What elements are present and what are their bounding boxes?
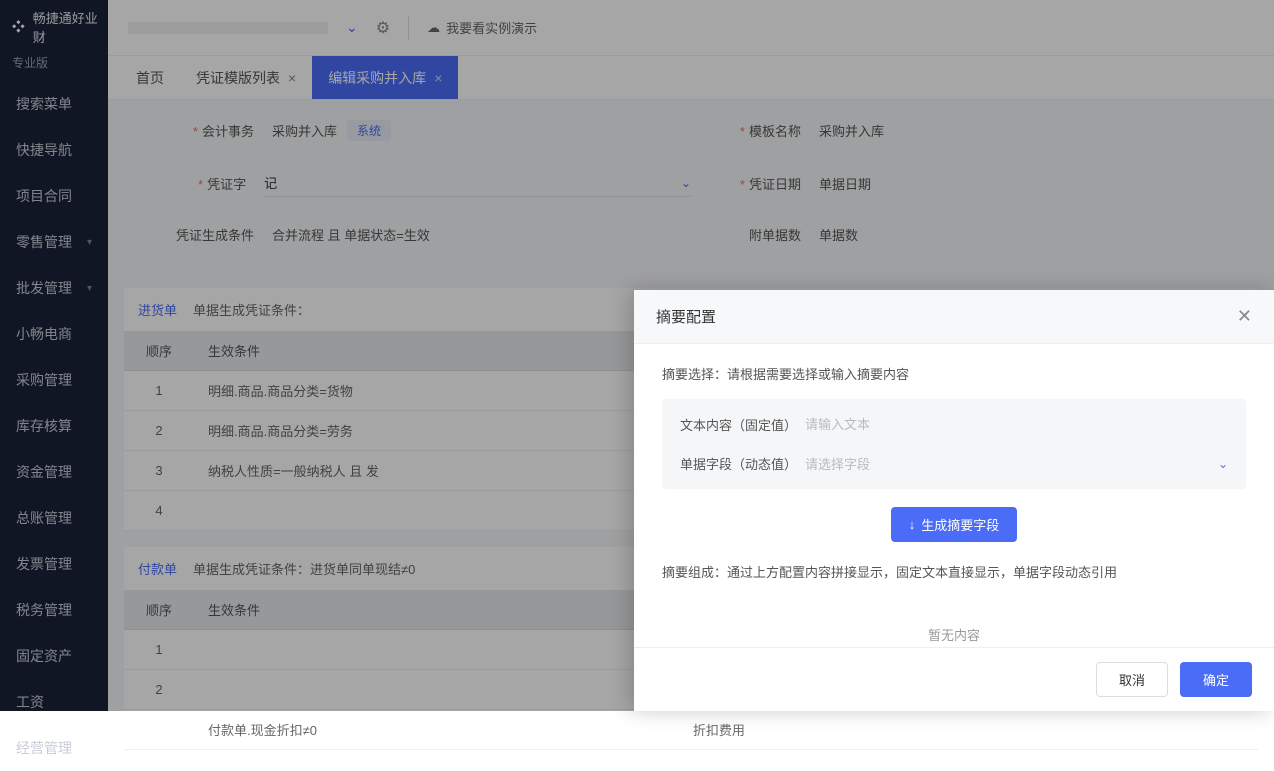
table-row: 付款单.现金折扣≠0折扣费用 (124, 710, 1258, 750)
generate-summary-button[interactable]: ↓ 生成摘要字段 (891, 507, 1018, 542)
modal-hint: 摘要选择：请根据需要选择或输入摘要内容 (662, 364, 1246, 383)
ok-button[interactable]: 确定 (1180, 662, 1252, 697)
subject-cell (962, 710, 1258, 750)
cancel-button[interactable]: 取消 (1096, 662, 1168, 697)
modal-fields: 文本内容（固定值） 单据字段（动态值） 请选择字段 ⌄ (662, 399, 1246, 489)
chevron-down-icon: ⌄ (1218, 457, 1228, 471)
dynamic-field-placeholder: 请选择字段 (805, 454, 870, 473)
text-input[interactable] (805, 417, 1228, 432)
compose-hint: 摘要组成：通过上方配置内容拼接显示，固定文本直接显示，单据字段动态引用 (662, 562, 1246, 581)
close-icon[interactable]: ✕ (1237, 306, 1252, 327)
dynamic-field-label: 单据字段（动态值） (680, 454, 797, 473)
cond-cell: 付款单.现金折扣≠0 (194, 710, 679, 750)
modal-title: 摘要配置 (656, 306, 716, 327)
sidebar-item[interactable]: 经营管理 (0, 725, 108, 771)
sidebar-item-label: 经营管理 (16, 738, 72, 758)
seq-cell (124, 710, 194, 750)
download-icon: ↓ (909, 517, 916, 532)
summary-cell[interactable]: 折扣费用 (679, 710, 962, 750)
dynamic-field-select[interactable]: 请选择字段 ⌄ (805, 454, 1228, 473)
empty-state: 暂无内容 (662, 601, 1246, 647)
text-field-label: 文本内容（固定值） (680, 415, 797, 434)
summary-config-modal: 摘要配置 ✕ 摘要选择：请根据需要选择或输入摘要内容 文本内容（固定值） 单据字… (634, 290, 1274, 711)
